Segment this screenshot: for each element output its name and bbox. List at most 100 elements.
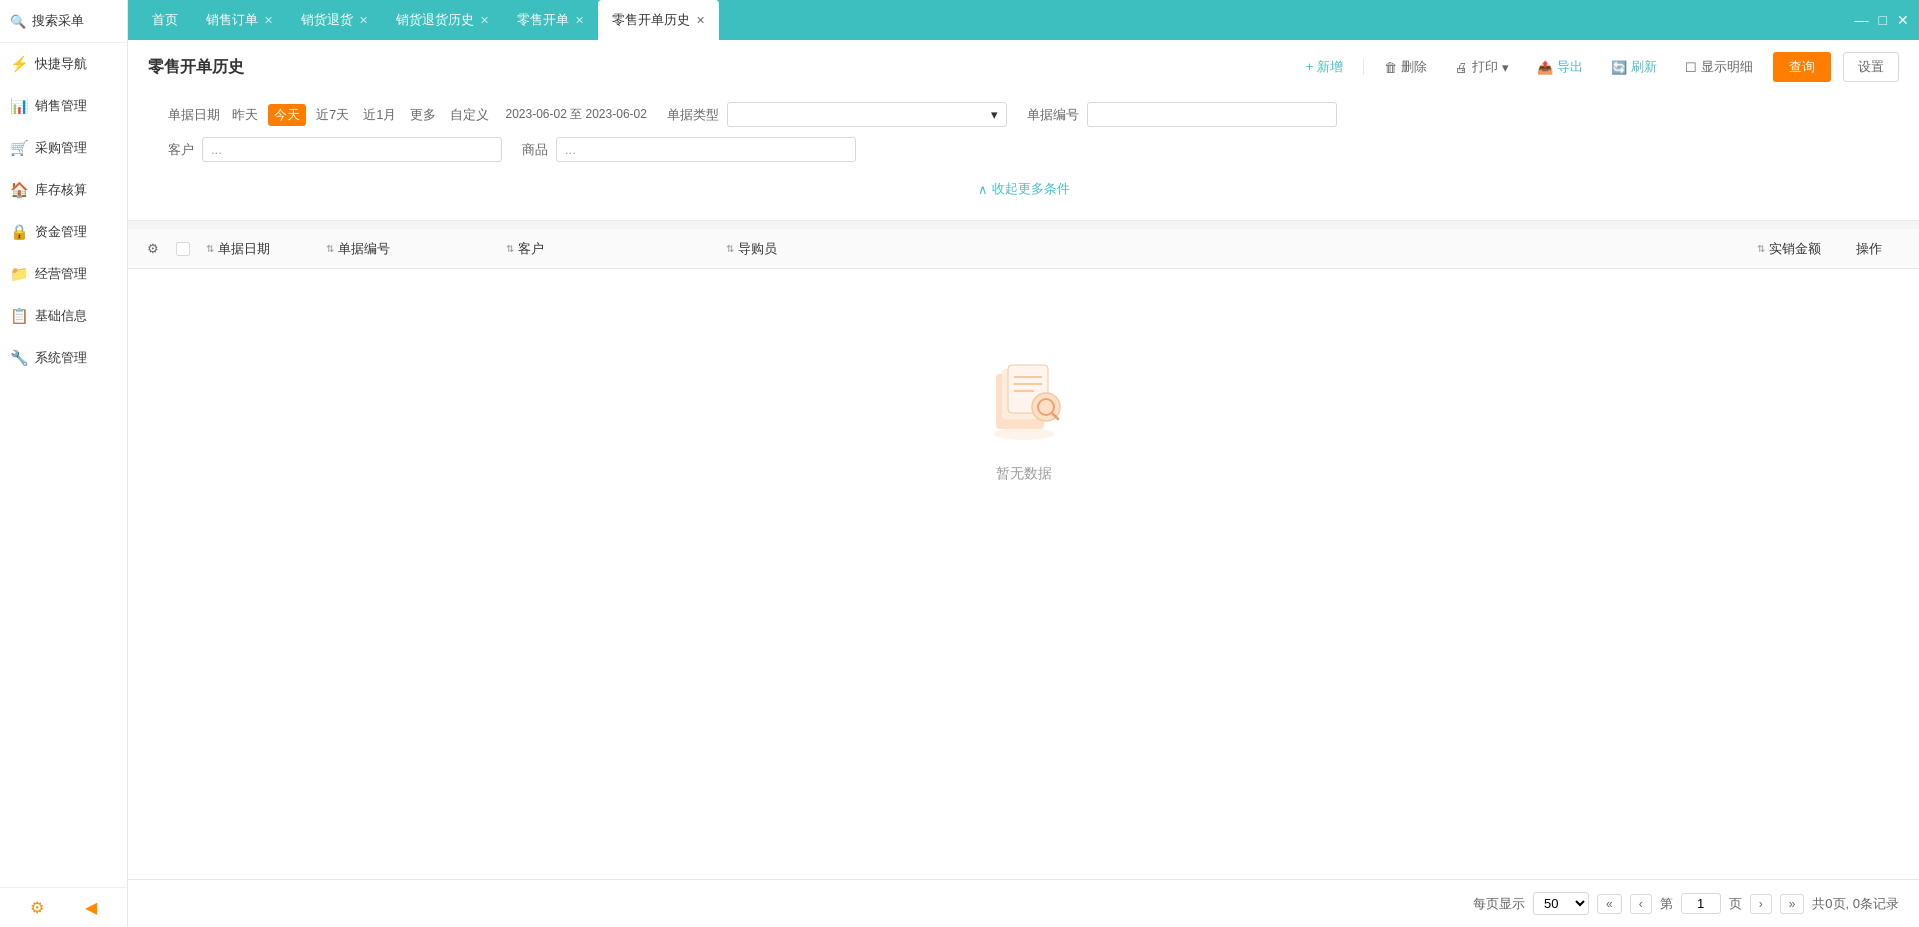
tab-retail-open-close[interactable]: ✕ bbox=[575, 14, 584, 27]
window-close-icon[interactable]: ✕ bbox=[1897, 12, 1909, 28]
date-shortcuts: 昨天 今天 近7天 近1月 更多 自定义 bbox=[228, 104, 493, 126]
today-shortcut[interactable]: 今天 bbox=[268, 104, 306, 126]
filter-area: 单据日期 昨天 今天 近7天 近1月 更多 自定义 2023-06-02 至 2… bbox=[148, 92, 1899, 220]
checkbox-all[interactable] bbox=[176, 242, 190, 256]
main-content: 首页 销售订单 ✕ 销货退货 ✕ 销货退货历史 ✕ 零售开单 ✕ 零售开单历史 … bbox=[128, 0, 1919, 927]
goods-label: 商品 bbox=[522, 141, 548, 159]
next-page-btn[interactable]: › bbox=[1750, 894, 1772, 914]
per-page-label: 每页显示 bbox=[1473, 895, 1525, 913]
tab-sales-order[interactable]: 销售订单 ✕ bbox=[192, 0, 287, 40]
export-button[interactable]: 📤 导出 bbox=[1529, 54, 1591, 80]
display-detail-button[interactable]: ☐ 显示明细 bbox=[1677, 54, 1761, 80]
goods-input[interactable]: ... bbox=[556, 137, 856, 162]
svg-point-0 bbox=[994, 428, 1054, 440]
first-page-btn[interactable]: « bbox=[1597, 894, 1622, 914]
sidebar-item-purchase-mgmt[interactable]: 🛒 采购管理 bbox=[0, 127, 127, 169]
tab-sales-return-history-close[interactable]: ✕ bbox=[480, 14, 489, 27]
sales-mgmt-icon: 📊 bbox=[10, 97, 29, 115]
more-shortcut[interactable]: 更多 bbox=[406, 104, 440, 126]
settings-icon[interactable]: ⚙ bbox=[30, 898, 44, 917]
query-button[interactable]: 查询 bbox=[1773, 52, 1831, 82]
date-filter-label: 单据日期 bbox=[168, 106, 220, 124]
th-customer-label: 客户 bbox=[518, 240, 544, 258]
display-label: 显示明细 bbox=[1701, 58, 1753, 76]
custom-shortcut[interactable]: 自定义 bbox=[446, 104, 493, 126]
th-sort-num-icon[interactable]: ⇅ bbox=[326, 243, 334, 254]
window-controls: — □ ✕ bbox=[1855, 12, 1909, 28]
page-header: 零售开单历史 + 新增 🗑 删除 🖨 打印 ▾ bbox=[128, 40, 1919, 221]
sidebar-item-finance[interactable]: 🔒 资金管理 bbox=[0, 211, 127, 253]
new-button[interactable]: + 新增 bbox=[1298, 54, 1351, 80]
maximize-icon[interactable]: □ bbox=[1879, 12, 1887, 28]
yesterday-shortcut[interactable]: 昨天 bbox=[228, 104, 262, 126]
collapse-button[interactable]: ∧ 收起更多条件 bbox=[970, 176, 1078, 202]
tab-retail-open-history-close[interactable]: ✕ bbox=[696, 14, 705, 27]
sidebar-item-quick-nav[interactable]: ⚡ 快捷导航 bbox=[0, 43, 127, 85]
sidebar-item-operation[interactable]: 📁 经营管理 bbox=[0, 253, 127, 295]
page-label-suffix: 页 bbox=[1729, 895, 1742, 913]
th-sort-customer-icon[interactable]: ⇅ bbox=[506, 243, 514, 254]
table-header: ⚙ ⇅ 单据日期 ⇅ 单据编号 ⇅ 客户 ⇅ 导购员 bbox=[128, 229, 1919, 269]
page-label-prefix: 第 bbox=[1660, 895, 1673, 913]
date-range-display: 2023-06-02 至 2023-06-02 bbox=[505, 106, 646, 123]
sidebar-search[interactable]: 🔍 搜索采单 bbox=[0, 0, 127, 43]
page-title: 零售开单历史 bbox=[148, 57, 244, 78]
sidebar: 🔍 搜索采单 ⚡ 快捷导航 📊 销售管理 🛒 采购管理 🏠 库存核算 🔒 资金管… bbox=[0, 0, 128, 927]
print-button[interactable]: 🖨 打印 ▾ bbox=[1447, 54, 1517, 80]
delete-button[interactable]: 🗑 删除 bbox=[1376, 54, 1435, 80]
last-page-btn[interactable]: » bbox=[1780, 894, 1805, 914]
bill-num-filter-group: 单据编号 bbox=[1027, 102, 1337, 127]
sidebar-item-label: 经营管理 bbox=[35, 265, 87, 283]
bill-type-filter-group: 单据类型 ▾ bbox=[667, 102, 1007, 127]
th-sort-amount-icon[interactable]: ⇅ bbox=[1757, 243, 1765, 254]
last7-shortcut[interactable]: 近7天 bbox=[312, 104, 353, 126]
print-label: 打印 bbox=[1472, 58, 1498, 76]
tab-home[interactable]: 首页 bbox=[138, 0, 192, 40]
th-num: ⇅ 单据编号 bbox=[318, 240, 498, 258]
tab-retail-open[interactable]: 零售开单 ✕ bbox=[503, 0, 598, 40]
prev-page-btn[interactable]: ‹ bbox=[1630, 894, 1652, 914]
column-settings-icon[interactable]: ⚙ bbox=[138, 241, 168, 256]
tab-sales-return-history[interactable]: 销货退货历史 ✕ bbox=[382, 0, 503, 40]
bill-type-select[interactable]: ▾ bbox=[727, 102, 1007, 127]
checkbox-display-icon: ☐ bbox=[1685, 60, 1697, 75]
goods-filter-group: 商品 ... bbox=[522, 137, 856, 162]
table-container: ⚙ ⇅ 单据日期 ⇅ 单据编号 ⇅ 客户 ⇅ 导购员 bbox=[128, 229, 1919, 879]
sidebar-item-sys-mgmt[interactable]: 🔧 系统管理 bbox=[0, 337, 127, 379]
refresh-button[interactable]: 🔄 刷新 bbox=[1603, 54, 1665, 80]
operation-icon: 📁 bbox=[10, 265, 29, 283]
bill-num-input[interactable] bbox=[1087, 102, 1337, 127]
last-month-shortcut[interactable]: 近1月 bbox=[359, 104, 400, 126]
tab-sales-return-close[interactable]: ✕ bbox=[359, 14, 368, 27]
empty-state: 暂无数据 bbox=[128, 269, 1919, 563]
minimize-icon[interactable]: — bbox=[1855, 12, 1869, 28]
sidebar-search-label: 搜索采单 bbox=[32, 12, 84, 30]
page-title-bar: 零售开单历史 + 新增 🗑 删除 🖨 打印 ▾ bbox=[148, 52, 1899, 82]
per-page-select[interactable]: 50 100 200 bbox=[1533, 892, 1589, 915]
settings-button[interactable]: 设置 bbox=[1843, 52, 1899, 82]
tab-retail-open-history[interactable]: 零售开单历史 ✕ bbox=[598, 0, 719, 40]
th-sort-date-icon[interactable]: ⇅ bbox=[206, 243, 214, 254]
page-number-input[interactable] bbox=[1681, 893, 1721, 914]
collapse-sidebar-icon[interactable]: ◀ bbox=[85, 898, 97, 917]
tab-sales-return-label: 销货退货 bbox=[301, 11, 353, 29]
delete-label: 删除 bbox=[1401, 58, 1427, 76]
sidebar-item-sales-mgmt[interactable]: 📊 销售管理 bbox=[0, 85, 127, 127]
th-date: ⇅ 单据日期 bbox=[198, 240, 318, 258]
divider1 bbox=[1363, 59, 1364, 75]
customer-input[interactable]: ... bbox=[202, 137, 502, 162]
th-sort-guide-icon[interactable]: ⇅ bbox=[726, 243, 734, 254]
refresh-label: 刷新 bbox=[1631, 58, 1657, 76]
tab-sales-order-close[interactable]: ✕ bbox=[264, 14, 273, 27]
select-all-checkbox[interactable] bbox=[168, 242, 198, 256]
export-label: 导出 bbox=[1557, 58, 1583, 76]
page-content: 零售开单历史 + 新增 🗑 删除 🖨 打印 ▾ bbox=[128, 40, 1919, 927]
sidebar-item-label: 系统管理 bbox=[35, 349, 87, 367]
tab-sales-order-label: 销售订单 bbox=[206, 11, 258, 29]
sidebar-item-label: 基础信息 bbox=[35, 307, 87, 325]
sidebar-item-label: 快捷导航 bbox=[35, 55, 87, 73]
customer-label: 客户 bbox=[168, 141, 194, 159]
sidebar-item-basic-info[interactable]: 📋 基础信息 bbox=[0, 295, 127, 337]
sidebar-item-inventory[interactable]: 🏠 库存核算 bbox=[0, 169, 127, 211]
tab-sales-return[interactable]: 销货退货 ✕ bbox=[287, 0, 382, 40]
